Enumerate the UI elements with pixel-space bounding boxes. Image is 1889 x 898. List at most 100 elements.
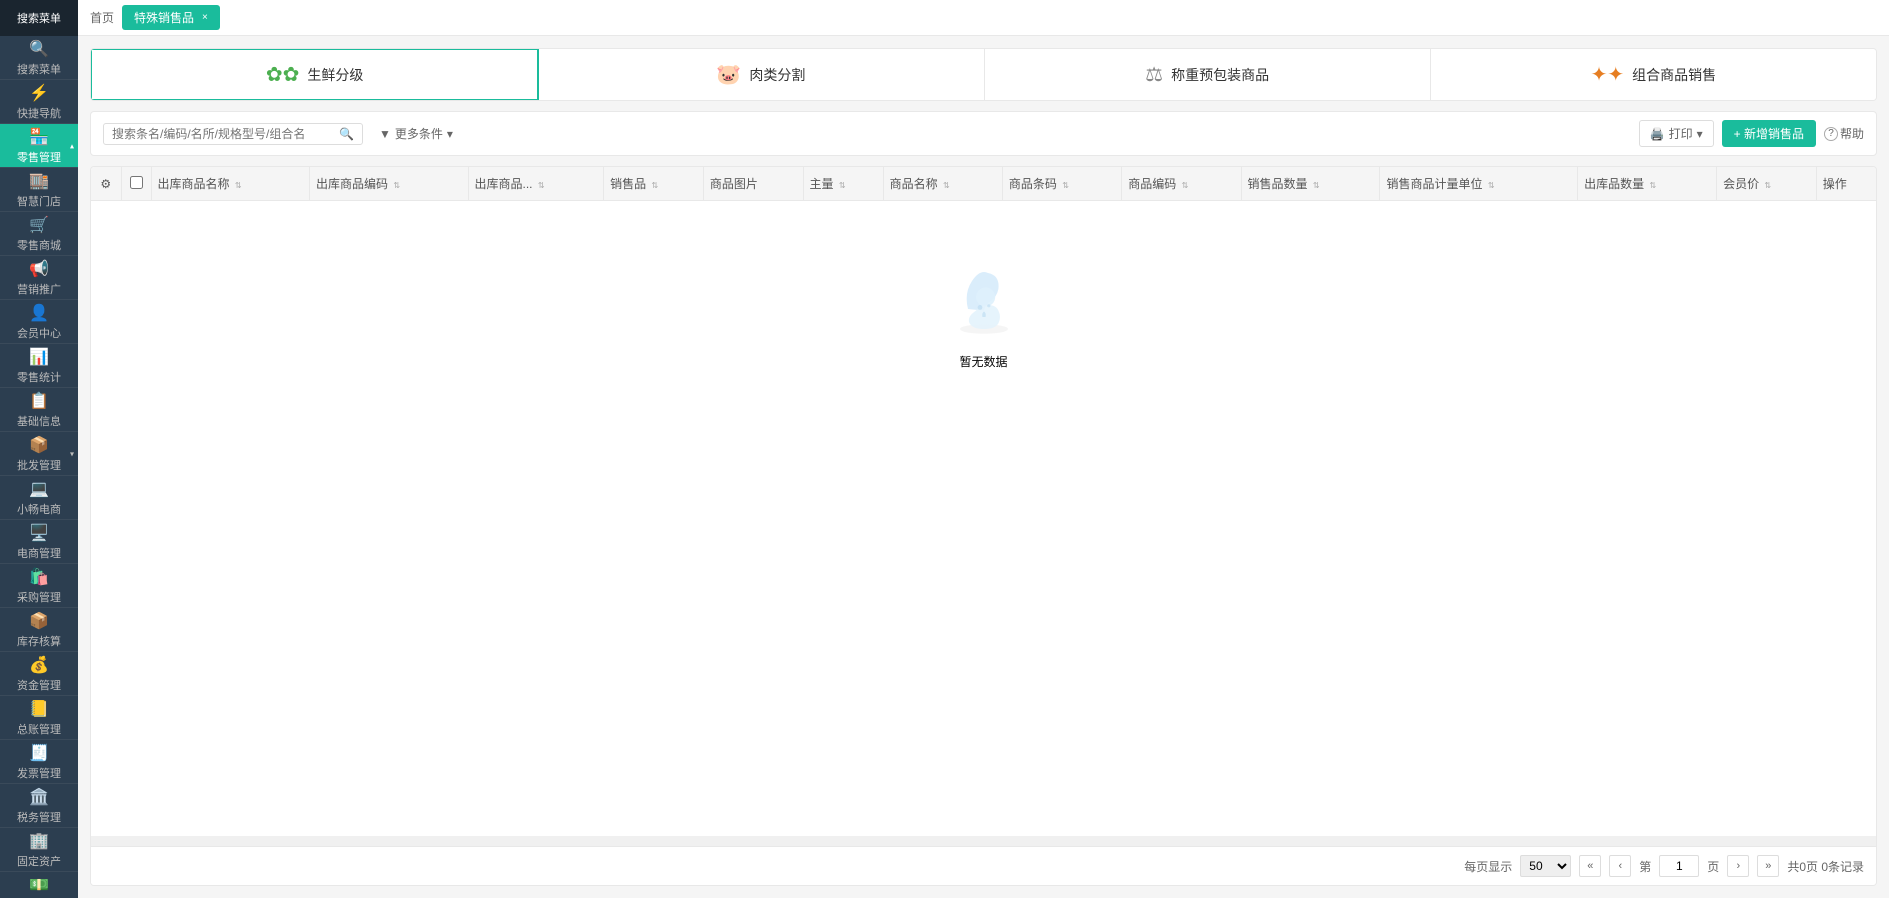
th-checkbox[interactable] [121,167,151,201]
new-sales-button[interactable]: + 新增销售品 [1722,120,1816,147]
meat-cut-icon: 🐷 [716,62,741,87]
tab-meat-cut-label: 肉类分割 [749,65,805,85]
th-product-barcode[interactable]: 商品条码 ⇅ [1002,167,1121,201]
print-arrow-icon: ▾ [1697,127,1703,141]
sidebar-item-tax[interactable]: 🏛️ 税务管理 [0,784,78,828]
th-sale-product[interactable]: 销售品 ⇅ [604,167,704,201]
th-member-price[interactable]: 会员价 ⇅ [1717,167,1817,201]
th-out-product-name[interactable]: 出库商品名称 ⇅ [151,167,310,201]
retail-mall-icon: 🛒 [29,215,49,235]
sidebar-item-label: 快捷导航 [17,105,61,121]
bottom-scrollbar[interactable] [91,836,1876,846]
tab-meat-cut[interactable]: 🐷 肉类分割 [538,49,984,100]
th-sale-unit[interactable]: 销售商品计量单位 ⇅ [1380,167,1578,201]
sidebar-item-mini-ecom[interactable]: 💻 小畅电商 [0,476,78,520]
special-sales-tab[interactable]: 特殊销售品 × [122,5,220,30]
search-input[interactable] [112,127,335,141]
sidebar-item-purchase-mgmt[interactable]: 🛍️ 采购管理 [0,564,78,608]
tab-combo-sales-label: 组合商品销售 [1632,65,1716,85]
sidebar-item-finance[interactable]: 💰 资金管理 [0,652,78,696]
main-area: 首页 特殊销售品 × ✿✿ 生鲜分级 🐷 肉类分割 ⚖ 称重预包装商品 ✦✦ 组… [78,0,1889,898]
sidebar-item-invoice[interactable]: 🧾 发票管理 [0,740,78,784]
sidebar-item-ecom-mgmt[interactable]: 🖥️ 电商管理 [0,520,78,564]
smart-store-icon: 🏬 [29,171,49,191]
per-page-select[interactable]: 50 10 20 100 [1520,855,1571,877]
sort-arrows: ⇅ [1650,181,1657,190]
fixed-assets-icon: 🏢 [29,831,49,851]
sidebar-item-retail-stats[interactable]: 📊 零售统计 [0,344,78,388]
tab-combo-sales[interactable]: ✦✦ 组合商品销售 [1431,49,1876,100]
help-button[interactable]: ? 帮助 [1824,125,1864,142]
th-product-image[interactable]: 商品图片 [703,167,803,201]
tax-icon: 🏛️ [29,787,49,807]
data-table-container: ⚙ 出库商品名称 ⇅ 出库商品编码 ⇅ 出库商品... [90,166,1877,886]
sidebar-item-label: 智慧门店 [17,193,61,209]
help-icon: ? [1824,127,1838,141]
th-product-name[interactable]: 商品名称 ⇅ [883,167,1002,201]
th-master-measure[interactable]: 主量 ⇅ [803,167,883,201]
sidebar-item-label: 发票管理 [17,765,61,781]
filter-button[interactable]: ▼ 更多条件 ▾ [371,122,461,145]
sidebar-item-basic-info[interactable]: 📋 基础信息 [0,388,78,432]
select-all-checkbox[interactable] [130,176,143,189]
combo-sales-icon: ✦✦ [1591,62,1625,87]
tab-fresh-grade[interactable]: ✿✿ 生鲜分级 [90,48,539,101]
sidebar-item-label: 固定资产 [17,853,61,869]
data-table: ⚙ 出库商品名称 ⇅ 出库商品编码 ⇅ 出库商品... [91,167,1876,201]
toolbar-left: 🔍 ▼ 更多条件 ▾ [103,122,461,145]
sidebar-item-label: 库存核算 [17,633,61,649]
per-page-label: 每页显示 [1464,858,1512,875]
sidebar-item-label: 小畅电商 [17,501,61,517]
content-area: ✿✿ 生鲜分级 🐷 肉类分割 ⚖ 称重预包装商品 ✦✦ 组合商品销售 🔍 [78,36,1889,898]
sort-arrows: ⇅ [1313,181,1320,190]
sidebar-item-member-center[interactable]: 👤 会员中心 [0,300,78,344]
next-page-button[interactable]: › [1727,855,1749,877]
purchase-mgmt-icon: 🛍️ [29,567,49,587]
sort-arrows: ⇅ [1182,181,1189,190]
search-icon: 🔍 [339,127,354,141]
th-out-product-code[interactable]: 出库商品编码 ⇅ [310,167,469,201]
basic-info-icon: 📋 [29,391,49,411]
sidebar-item-label: 零售管理 [17,149,61,165]
member-center-icon: 👤 [29,303,49,323]
th-sale-qty[interactable]: 销售品数量 ⇅ [1241,167,1380,201]
first-page-button[interactable]: « [1579,855,1601,877]
filter-icon: ▼ [379,127,391,141]
sidebar-item-retail-mgmt[interactable]: 🏪 零售管理 [0,124,78,168]
page-label: 第 [1639,858,1651,875]
mini-ecom-icon: 💻 [29,479,49,499]
empty-icon [944,261,1024,341]
sort-arrows: ⇅ [1764,181,1771,190]
th-out-product-short[interactable]: 出库商品... ⇅ [468,167,604,201]
tab-weight-prepack[interactable]: ⚖ 称重预包装商品 [985,49,1431,100]
page-number-input[interactable] [1659,855,1699,877]
sidebar-item-fixed-assets[interactable]: 🏢 固定资产 [0,828,78,872]
sidebar-item-payroll[interactable]: 💵 工资 [0,872,78,898]
sidebar-item-general-ledger[interactable]: 📒 总账管理 [0,696,78,740]
th-product-code[interactable]: 商品编码 ⇅ [1122,167,1241,201]
th-operation: 操作 [1816,167,1876,201]
th-settings[interactable]: ⚙ [91,167,121,201]
sort-arrows: ⇅ [652,181,659,190]
sidebar-item-search-menu[interactable]: 🔍 搜索菜单 [0,36,78,80]
sidebar-item-smart-store[interactable]: 🏬 智慧门店 [0,168,78,212]
sidebar-item-wholesale-mgmt[interactable]: 📦 批发管理 [0,432,78,476]
general-ledger-icon: 📒 [29,699,49,719]
sidebar-item-quick-nav[interactable]: ⚡ 快捷导航 [0,80,78,124]
sidebar-item-label: 批发管理 [17,457,61,473]
prev-page-button[interactable]: ‹ [1609,855,1631,877]
sidebar-item-retail-mall[interactable]: 🛒 零售商城 [0,212,78,256]
table-header-row: ⚙ 出库商品名称 ⇅ 出库商品编码 ⇅ 出库商品... [91,167,1876,201]
close-tab-button[interactable]: × [202,12,208,23]
search-box[interactable]: 🔍 [103,123,363,145]
last-page-button[interactable]: » [1757,855,1779,877]
sidebar-item-sales-promo[interactable]: 📢 营销推广 [0,256,78,300]
sidebar-item-inventory[interactable]: 📦 库存核算 [0,608,78,652]
filter-label: 更多条件 [395,125,443,142]
print-button[interactable]: 🖨️ 打印 ▾ [1639,120,1714,147]
th-out-qty[interactable]: 出库品数量 ⇅ [1578,167,1717,201]
finance-icon: 💰 [29,655,49,675]
home-tab[interactable]: 首页 [90,9,114,26]
payroll-icon: 💵 [29,875,49,895]
sort-arrows: ⇅ [943,181,950,190]
